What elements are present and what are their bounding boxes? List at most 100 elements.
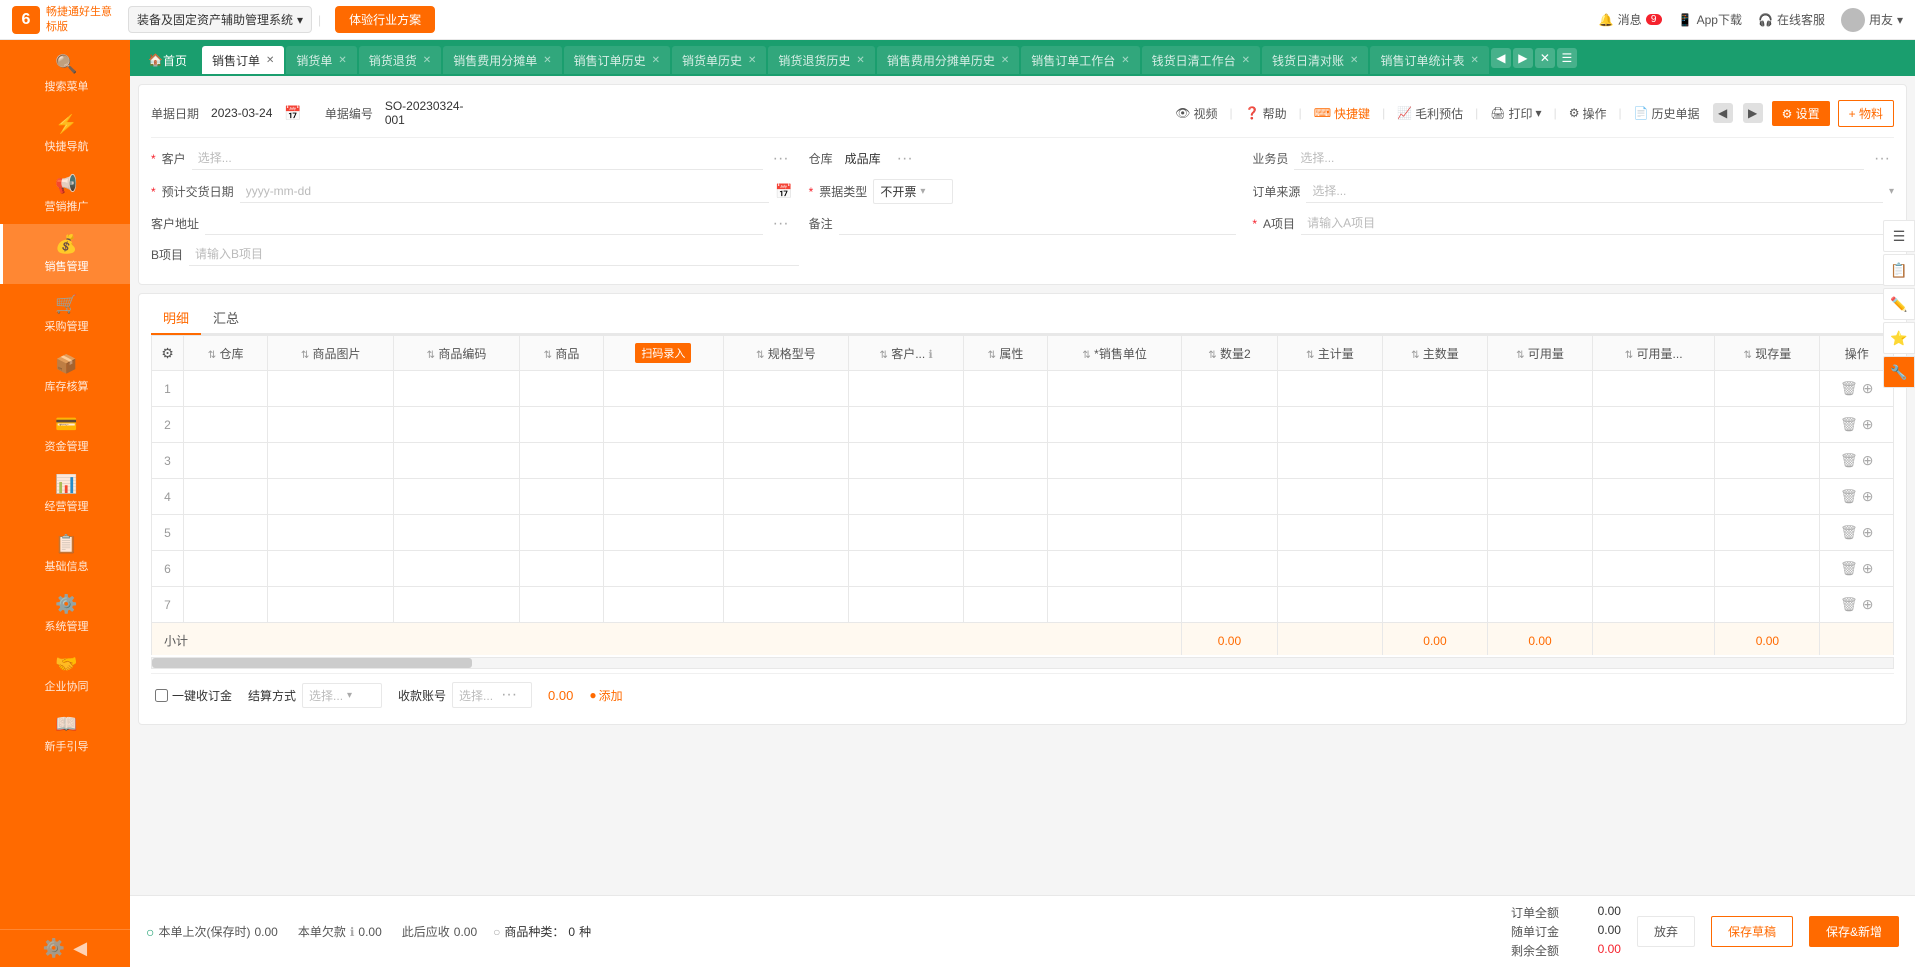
copy-row-icon[interactable]: ⊕: [1862, 380, 1874, 397]
address-input[interactable]: [205, 212, 763, 235]
print-btn[interactable]: 🖨 打印 ▾: [1486, 103, 1545, 124]
tab-next-btn[interactable]: ▶: [1513, 48, 1533, 68]
set-button[interactable]: ⚙ 设置: [1772, 101, 1830, 126]
tab-order-stats[interactable]: 销售订单统计表 ✕: [1370, 46, 1488, 74]
sidebar-item-marketing[interactable]: 📢 营销推广: [0, 164, 130, 224]
delivery-calendar-icon[interactable]: 📅: [775, 183, 792, 200]
tab-sales-expense[interactable]: 销售费用分摊单 ✕: [443, 46, 561, 74]
b-project-input[interactable]: [189, 243, 799, 266]
copy-row-icon[interactable]: ⊕: [1862, 596, 1874, 613]
staff-input[interactable]: [1294, 147, 1864, 170]
tab-close-icon[interactable]: ✕: [1242, 55, 1250, 66]
operation-btn[interactable]: ⚙ 操作: [1565, 103, 1611, 124]
discard-button[interactable]: 放弃: [1637, 916, 1695, 947]
tab-close-icon[interactable]: ✕: [748, 55, 756, 66]
float-btn-2[interactable]: 📋: [1883, 254, 1915, 286]
tab-close-icon[interactable]: ✕: [856, 55, 864, 66]
sidebar-item-purchase[interactable]: 🛒 采购管理: [0, 284, 130, 344]
tab-order-workbench[interactable]: 销售订单工作台 ✕: [1021, 46, 1139, 74]
float-btn-1[interactable]: ☰: [1883, 220, 1915, 252]
delete-row-icon[interactable]: 🗑: [1840, 488, 1858, 505]
tab-home[interactable]: 🏠 首页: [136, 46, 199, 74]
sidebar-item-cooperation[interactable]: 🤝 企业协同: [0, 644, 130, 704]
bank-select[interactable]: 选择... ···: [452, 682, 532, 708]
tab-sales-bill-history[interactable]: 销货单历史 ✕: [672, 46, 766, 74]
scan-btn[interactable]: 扫码录入: [635, 343, 691, 363]
delete-row-icon[interactable]: 🗑: [1840, 524, 1858, 541]
save-draft-button[interactable]: 保存草稿: [1711, 916, 1793, 947]
tab-close-icon[interactable]: ✕: [338, 55, 346, 66]
sidebar-item-search[interactable]: 🔍 搜索菜单: [0, 44, 130, 104]
remark-input[interactable]: [839, 212, 1237, 235]
delete-row-icon[interactable]: 🗑: [1840, 416, 1858, 433]
customer-input[interactable]: [192, 147, 763, 170]
one-click-checkbox[interactable]: [155, 689, 168, 702]
notification-btn[interactable]: 🔔 消息 9: [1599, 11, 1662, 28]
add-button[interactable]: ● 添加: [589, 687, 622, 704]
order-source-input[interactable]: [1306, 180, 1883, 203]
tab-sales-order-history[interactable]: 销售订单历史 ✕: [564, 46, 670, 74]
user-menu[interactable]: 用友 ▾: [1841, 8, 1903, 32]
float-btn-5[interactable]: 🔧: [1883, 356, 1915, 388]
sidebar-item-management[interactable]: 📊 经营管理: [0, 464, 130, 524]
delete-row-icon[interactable]: 🗑: [1840, 380, 1858, 397]
copy-row-icon[interactable]: ⊕: [1862, 560, 1874, 577]
copy-row-icon[interactable]: ⊕: [1862, 488, 1874, 505]
tab-close-icon[interactable]: ✕: [1470, 55, 1478, 66]
a-project-input[interactable]: [1301, 212, 1894, 235]
sidebar-item-inventory[interactable]: 📦 库存核算: [0, 344, 130, 404]
tab-sales-bill[interactable]: 销货单 ✕: [286, 46, 356, 74]
delete-row-icon[interactable]: 🗑: [1840, 452, 1858, 469]
tab-daily-workbench[interactable]: 钱货日清工作台 ✕: [1142, 46, 1260, 74]
save-new-button[interactable]: 保存&新增: [1809, 916, 1899, 947]
th-settings[interactable]: ⚙: [152, 336, 184, 371]
tab-close-icon[interactable]: ✕: [543, 55, 551, 66]
sidebar-item-sales[interactable]: 💰 销售管理: [0, 224, 130, 284]
payment-select[interactable]: 选择... ▾: [302, 683, 382, 708]
address-more-icon[interactable]: ···: [769, 215, 793, 233]
app-download-btn[interactable]: 📱 App下载: [1678, 11, 1742, 28]
profit-btn[interactable]: 📈 毛利预估: [1393, 103, 1467, 124]
settings-icon[interactable]: ⚙️: [43, 938, 65, 959]
staff-more-icon[interactable]: ···: [1870, 150, 1894, 168]
sidebar-item-guide[interactable]: 📖 新手引导: [0, 704, 130, 764]
solution-button[interactable]: 体验行业方案: [335, 6, 435, 33]
delivery-input[interactable]: [240, 180, 770, 203]
sidebar-item-quick-nav[interactable]: ⚡ 快捷导航: [0, 104, 130, 164]
horizontal-scrollbar[interactable]: [151, 657, 1894, 669]
prev-record-btn[interactable]: ◀: [1713, 103, 1733, 123]
tab-menu-btn[interactable]: ☰: [1557, 48, 1577, 68]
shortcut-btn[interactable]: ⌨ 快捷键: [1310, 103, 1374, 124]
tab-daily-reconcile[interactable]: 钱货日清对账 ✕: [1262, 46, 1368, 74]
view-video-btn[interactable]: 👁 视频: [1171, 103, 1221, 124]
tab-close-icon[interactable]: ✕: [423, 55, 431, 66]
tab-expense-history[interactable]: 销售费用分摊单历史 ✕: [877, 46, 1019, 74]
tab-close-icon[interactable]: ✕: [1350, 55, 1358, 66]
sidebar-item-basic[interactable]: 📋 基础信息: [0, 524, 130, 584]
copy-row-icon[interactable]: ⊕: [1862, 416, 1874, 433]
tab-prev-btn[interactable]: ◀: [1491, 48, 1511, 68]
bank-more-icon[interactable]: ···: [497, 686, 521, 704]
sidebar-item-system[interactable]: ⚙️ 系统管理: [0, 584, 130, 644]
next-record-btn[interactable]: ▶: [1743, 103, 1763, 123]
detail-tab-summary[interactable]: 汇总: [201, 302, 251, 335]
tab-return-history[interactable]: 销货退货历史 ✕: [768, 46, 874, 74]
tab-close-icon[interactable]: ✕: [652, 55, 660, 66]
add-material-button[interactable]: + 物料: [1838, 100, 1894, 127]
warehouse-more-icon[interactable]: ···: [893, 150, 917, 168]
collapse-icon[interactable]: ◀: [73, 938, 87, 959]
delete-row-icon[interactable]: 🗑: [1840, 560, 1858, 577]
float-btn-3[interactable]: ✏️: [1883, 288, 1915, 320]
tab-close-icon[interactable]: ✕: [1001, 55, 1009, 66]
calendar-icon[interactable]: 📅: [284, 105, 301, 122]
detail-tab-detail[interactable]: 明细: [151, 302, 201, 335]
tab-close-all-btn[interactable]: ✕: [1535, 48, 1555, 68]
sidebar-item-finance[interactable]: 💳 资金管理: [0, 404, 130, 464]
tab-close-icon[interactable]: ✕: [1121, 55, 1129, 66]
module-selector[interactable]: 装备及固定资产辅助管理系统 ▾: [128, 6, 312, 33]
online-service-btn[interactable]: 🎧 在线客服: [1758, 11, 1825, 28]
tab-close-icon[interactable]: ✕: [266, 55, 274, 66]
customer-more-icon[interactable]: ···: [769, 150, 793, 168]
tab-sales-order[interactable]: 销售订单 ✕: [202, 46, 284, 74]
detail-table-container[interactable]: ⚙ ⇅ 仓库 ⇅ 商品图片 ⇅ 商品编码 ⇅ 商品 扫码录入 ⇅ 规格型号 ⇅ …: [151, 335, 1894, 655]
